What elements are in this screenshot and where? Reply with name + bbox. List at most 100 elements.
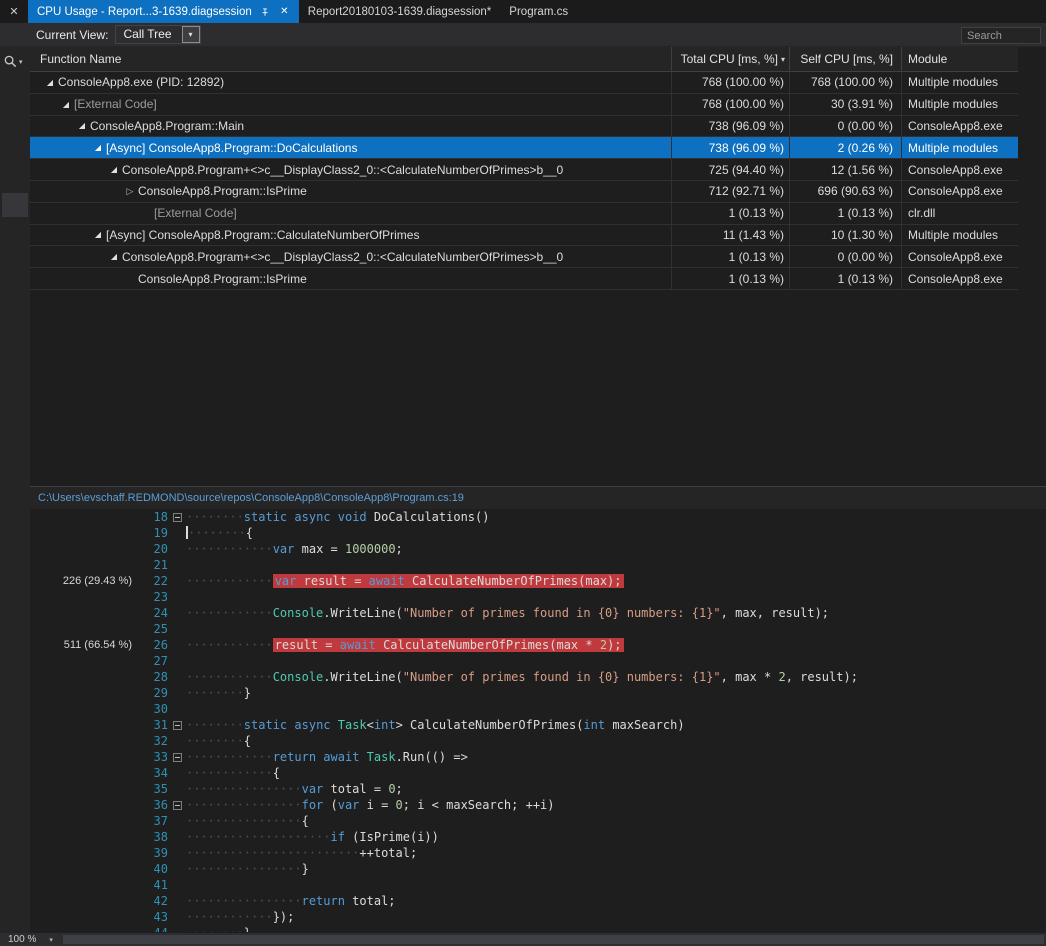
cpu-annotation — [30, 845, 142, 861]
code-line[interactable]: 40················} — [30, 861, 1046, 877]
code-line[interactable]: 32········{ — [30, 733, 1046, 749]
code-line[interactable]: 20 ············var max = 1000000; — [30, 541, 1046, 557]
tab-report-diagsession[interactable]: Report20180103-1639.diagsession* — [299, 0, 501, 23]
table-row[interactable]: ▷ConsoleApp8.Program::IsPrime712 (92.71 … — [30, 181, 1018, 203]
view-selector-dropdown[interactable]: Call Tree ▾ — [115, 25, 200, 44]
code-text: ············Console.WriteLine("Number of… — [186, 669, 858, 685]
pin-icon[interactable] — [260, 7, 271, 17]
code-line[interactable]: 511 (66.54 %)26············result = awai… — [30, 637, 1046, 653]
code-line[interactable]: 18········static async void DoCalculatio… — [30, 509, 1046, 525]
code-line[interactable]: 31········static async Task<int> Calcula… — [30, 717, 1046, 733]
whitespace-dots: ············ — [186, 542, 273, 556]
table-row[interactable]: ◢ConsoleApp8.Program::Main738 (96.09 %)0… — [30, 116, 1018, 138]
expand-icon[interactable]: ▷ — [122, 186, 138, 197]
close-icon[interactable]: ✕ — [279, 6, 290, 17]
total-cpu-cell: 1 (0.13 %) — [672, 203, 790, 224]
code-tokens: { — [246, 526, 253, 540]
table-row[interactable]: ◢ConsoleApp8.Program+<>c__DisplayClass2_… — [30, 246, 1018, 268]
fold-toggle[interactable] — [168, 717, 186, 733]
code-line[interactable]: 33············return await Task.Run(() =… — [30, 749, 1046, 765]
code-line[interactable]: 19········{ — [30, 525, 1046, 541]
cpu-annotation — [30, 909, 142, 925]
code-line[interactable]: 25 — [30, 621, 1046, 637]
tab-cpu-usage-report[interactable]: CPU Usage - Report...3-1639.diagsession … — [28, 0, 299, 23]
code-line[interactable]: 38····················if (IsPrime(i)) — [30, 829, 1046, 845]
collapse-icon[interactable]: ◢ — [42, 78, 58, 87]
function-name-label: [Async] ConsoleApp8.Program::DoCalculati… — [106, 141, 357, 155]
self-cpu-cell: 1 (0.13 %) — [790, 268, 902, 289]
code-tokens: for (var i = 0; i < maxSearch; ++i) — [302, 798, 555, 812]
table-row[interactable]: ◢[Async] ConsoleApp8.Program::DoCalculat… — [30, 137, 1018, 159]
table-row[interactable]: ◢ConsoleApp8.exe (PID: 12892)768 (100.00… — [30, 72, 1018, 94]
code-line[interactable]: 35················var total = 0; — [30, 781, 1046, 797]
line-number: 37 — [142, 813, 168, 829]
code-line[interactable]: 34············{ — [30, 765, 1046, 781]
scrollbar-thumb[interactable] — [63, 935, 1044, 944]
fold-toggle[interactable] — [168, 749, 186, 765]
total-cpu-cell: 768 (100.00 %) — [672, 72, 790, 93]
tab-program-cs[interactable]: Program.cs — [500, 0, 577, 23]
code-editor[interactable]: 18········static async void DoCalculatio… — [30, 509, 1046, 932]
table-row[interactable]: ◢[External Code]768 (100.00 %)30 (3.91 %… — [30, 94, 1018, 116]
column-header-self-cpu[interactable]: Self CPU [ms, %] — [790, 47, 902, 71]
view-selector-value: Call Tree — [116, 26, 181, 43]
function-name-cell: ▷ConsoleApp8.Program::IsPrime — [30, 181, 672, 202]
code-line[interactable]: 42················return total; — [30, 893, 1046, 909]
column-header-function-name[interactable]: Function Name — [30, 47, 672, 71]
code-line[interactable]: 36················for (var i = 0; i < ma… — [30, 797, 1046, 813]
chevron-down-icon[interactable]: ▾ — [49, 936, 53, 944]
code-line[interactable]: 37················{ — [30, 813, 1046, 829]
code-line[interactable]: 21 — [30, 557, 1046, 573]
code-line[interactable]: 24············Console.WriteLine("Number … — [30, 605, 1046, 621]
fold-margin — [168, 637, 186, 653]
table-row[interactable]: [External Code]1 (0.13 %)1 (0.13 %)clr.d… — [30, 203, 1018, 225]
collapse-box-icon — [173, 753, 182, 762]
code-line[interactable]: 39························++total; — [30, 845, 1046, 861]
line-number: 25 — [142, 621, 168, 637]
code-line[interactable]: 30 — [30, 701, 1046, 717]
line-number: 20 — [142, 541, 168, 557]
collapse-icon[interactable]: ◢ — [106, 252, 122, 261]
collapse-icon[interactable]: ◢ — [58, 100, 74, 109]
function-name-label: ConsoleApp8.Program::IsPrime — [138, 272, 307, 286]
magnifier-icon[interactable]: ▾ — [3, 54, 23, 69]
table-row[interactable]: ◢ConsoleApp8.Program+<>c__DisplayClass2_… — [30, 159, 1018, 181]
cpu-annotation — [30, 605, 142, 621]
code-line[interactable]: 27 — [30, 653, 1046, 669]
collapse-icon[interactable]: ◢ — [106, 165, 122, 174]
code-text: ········} — [186, 925, 251, 932]
collapse-icon[interactable]: ◢ — [90, 230, 106, 239]
column-header-total-cpu[interactable]: Total CPU [ms, %] ▾ — [672, 47, 790, 71]
total-cpu-cell: 712 (92.71 %) — [672, 181, 790, 202]
fold-toggle[interactable] — [168, 797, 186, 813]
search-input[interactable] — [961, 27, 1041, 44]
table-row[interactable]: ◢[Async] ConsoleApp8.Program::CalculateN… — [30, 225, 1018, 247]
cpu-annotation — [30, 653, 142, 669]
column-header-module[interactable]: Module — [902, 47, 1018, 71]
table-row[interactable]: ConsoleApp8.Program::IsPrime1 (0.13 %)1 … — [30, 268, 1018, 290]
cpu-annotation — [30, 589, 142, 605]
cpu-annotation — [30, 877, 142, 893]
collapse-icon[interactable]: ◢ — [90, 143, 106, 152]
self-cpu-cell: 696 (90.63 %) — [790, 181, 902, 202]
zoom-level[interactable]: 100 % — [0, 934, 36, 945]
code-line[interactable]: 43············}); — [30, 909, 1046, 925]
close-icon[interactable]: ✕ — [0, 0, 28, 23]
code-line[interactable]: 23 — [30, 589, 1046, 605]
code-line[interactable]: 226 (29.43 %)22············var result = … — [30, 573, 1046, 589]
code-tokens: var max = 1000000; — [273, 542, 403, 556]
line-number: 19 — [142, 525, 168, 541]
code-line[interactable]: 44 ········} — [30, 925, 1046, 932]
code-line[interactable]: 28············Console.WriteLine("Number … — [30, 669, 1046, 685]
code-line[interactable]: 29········} — [30, 685, 1046, 701]
code-line[interactable]: 41 — [30, 877, 1046, 893]
code-tokens: }); — [273, 910, 295, 924]
line-number: 30 — [142, 701, 168, 717]
fold-toggle[interactable] — [168, 509, 186, 525]
chevron-down-icon[interactable]: ▾ — [182, 26, 200, 43]
code-text: ············var max = 1000000; — [186, 541, 403, 557]
horizontal-scrollbar[interactable] — [61, 933, 1046, 946]
self-cpu-cell: 30 (3.91 %) — [790, 94, 902, 115]
line-number: 44 — [142, 925, 168, 932]
collapse-icon[interactable]: ◢ — [74, 121, 90, 130]
